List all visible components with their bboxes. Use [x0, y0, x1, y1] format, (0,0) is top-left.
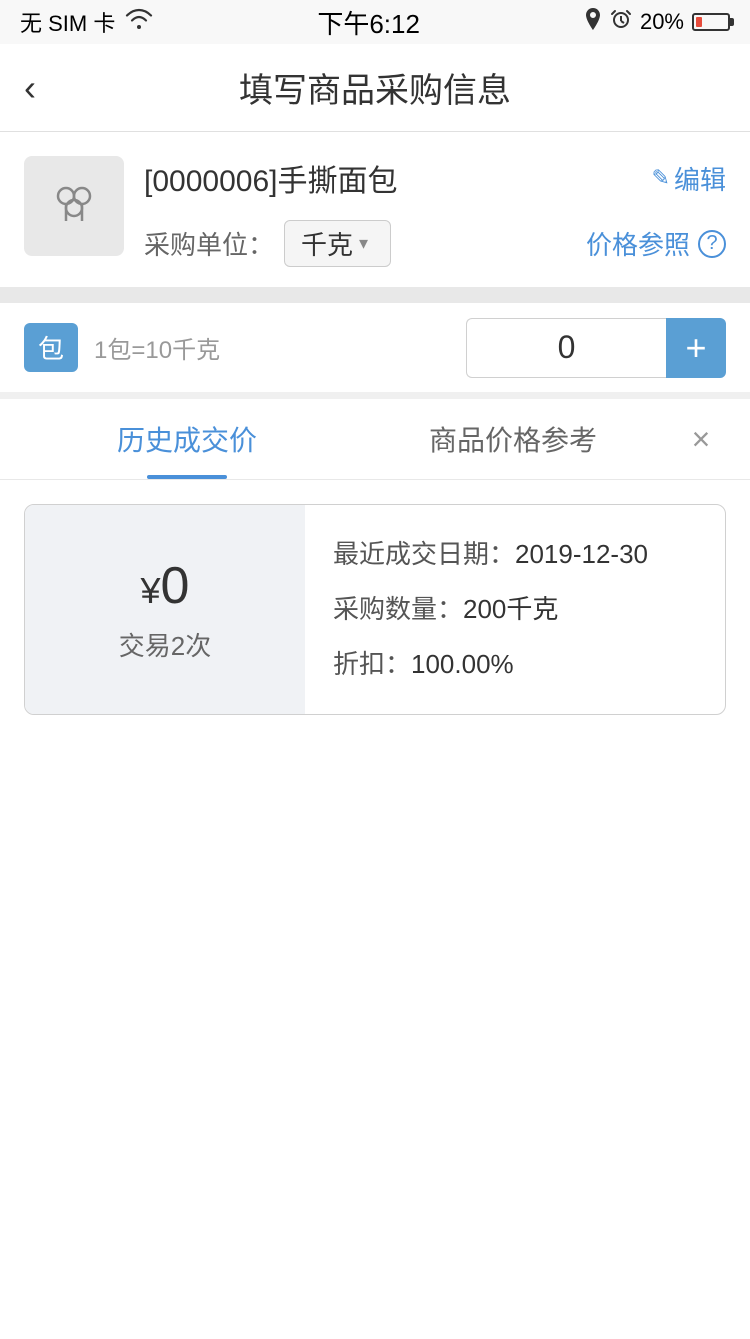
price-ref-label: 价格参照: [586, 225, 690, 262]
trade-count: 交易2次: [119, 626, 211, 663]
recent-date-row: 最近成交日期：2019-12-30: [333, 535, 697, 574]
product-thumbnail: [24, 156, 124, 256]
product-name-row: [0000006]手撕面包 ✎ 编辑: [144, 156, 726, 200]
tab-bar: 历史成交价 商品价格参考 ×: [0, 399, 750, 479]
tab-section: 历史成交价 商品价格参考 ×: [0, 399, 750, 480]
page-title: 填写商品采购信息: [239, 63, 511, 112]
quantity-value: 200千克: [463, 594, 558, 624]
unit-select-dropdown[interactable]: 千克 ▾: [284, 220, 391, 267]
edit-button[interactable]: ✎ 编辑: [652, 160, 726, 197]
yuan-symbol: ¥: [141, 570, 161, 611]
quantity-input[interactable]: 0: [466, 318, 666, 378]
unit-group: 采购单位： 千克 ▾: [144, 220, 391, 267]
footer-whitespace: [0, 739, 750, 1339]
status-right: 20%: [584, 8, 730, 36]
card-container: ¥0 交易2次 最近成交日期：2019-12-30 采购数量：200千克 折扣：…: [0, 480, 750, 739]
quantity-label-group: 包 1包=10千克: [24, 323, 220, 372]
status-left: 无 SIM 卡: [20, 6, 153, 38]
history-card: ¥0 交易2次 最近成交日期：2019-12-30 采购数量：200千克 折扣：…: [24, 504, 726, 715]
tab-product-price-ref[interactable]: 商品价格参考: [350, 399, 676, 479]
discount-row: 折扣：100.00%: [333, 645, 697, 684]
quantity-section: 包 1包=10千克 0 +: [0, 303, 750, 393]
tab-history-price[interactable]: 历史成交价: [24, 399, 350, 479]
quantity-unit-badge: 包: [24, 323, 78, 372]
recent-date-label: 最近成交日期：: [333, 539, 515, 569]
product-info: [0000006]手撕面包 ✎ 编辑 采购单位： 千克 ▾ 价格参照 ?: [144, 156, 726, 267]
sim-text: 无 SIM 卡: [20, 6, 115, 38]
status-bar: 无 SIM 卡 下午6:12 20%: [0, 0, 750, 44]
info-icon: ?: [698, 230, 726, 258]
battery-icon: [692, 13, 730, 31]
quantity-label: 采购数量：: [333, 594, 463, 624]
price-number: 0: [161, 557, 190, 615]
product-full-name: [0000006]手撕面包: [144, 156, 397, 200]
back-button[interactable]: ‹: [24, 67, 36, 109]
chevron-down-icon: ▾: [359, 233, 368, 254]
quantity-input-group: 0 +: [466, 318, 726, 378]
wifi-icon: [125, 8, 153, 36]
product-section: [0000006]手撕面包 ✎ 编辑 采购单位： 千克 ▾ 价格参照 ?: [0, 132, 750, 287]
card-price-summary: ¥0 交易2次: [25, 505, 305, 714]
recent-date-value: 2019-12-30: [515, 539, 648, 569]
location-icon: [584, 8, 602, 36]
battery-percentage: 20%: [640, 9, 684, 35]
discount-label: 折扣：: [333, 649, 411, 679]
unit-label: 采购单位：: [144, 225, 274, 262]
purchase-quantity-row: 采购数量：200千克: [333, 590, 697, 629]
alarm-icon: [610, 8, 632, 36]
quantity-plus-button[interactable]: +: [666, 318, 726, 378]
nav-bar: ‹ 填写商品采购信息: [0, 44, 750, 132]
quantity-conversion: 1包=10千克: [94, 330, 220, 365]
card-price-value: ¥0: [141, 556, 190, 616]
edit-icon: ✎: [652, 165, 670, 191]
unit-value: 千克: [301, 225, 353, 262]
price-reference-button[interactable]: 价格参照 ?: [586, 225, 726, 262]
section-divider: [0, 287, 750, 303]
discount-value: 100.00%: [411, 649, 514, 679]
edit-label: 编辑: [674, 160, 726, 197]
tab-close-button[interactable]: ×: [676, 414, 726, 464]
status-time: 下午6:12: [317, 4, 420, 41]
product-unit-row: 采购单位： 千克 ▾ 价格参照 ?: [144, 220, 726, 267]
card-details: 最近成交日期：2019-12-30 采购数量：200千克 折扣：100.00%: [305, 505, 725, 714]
